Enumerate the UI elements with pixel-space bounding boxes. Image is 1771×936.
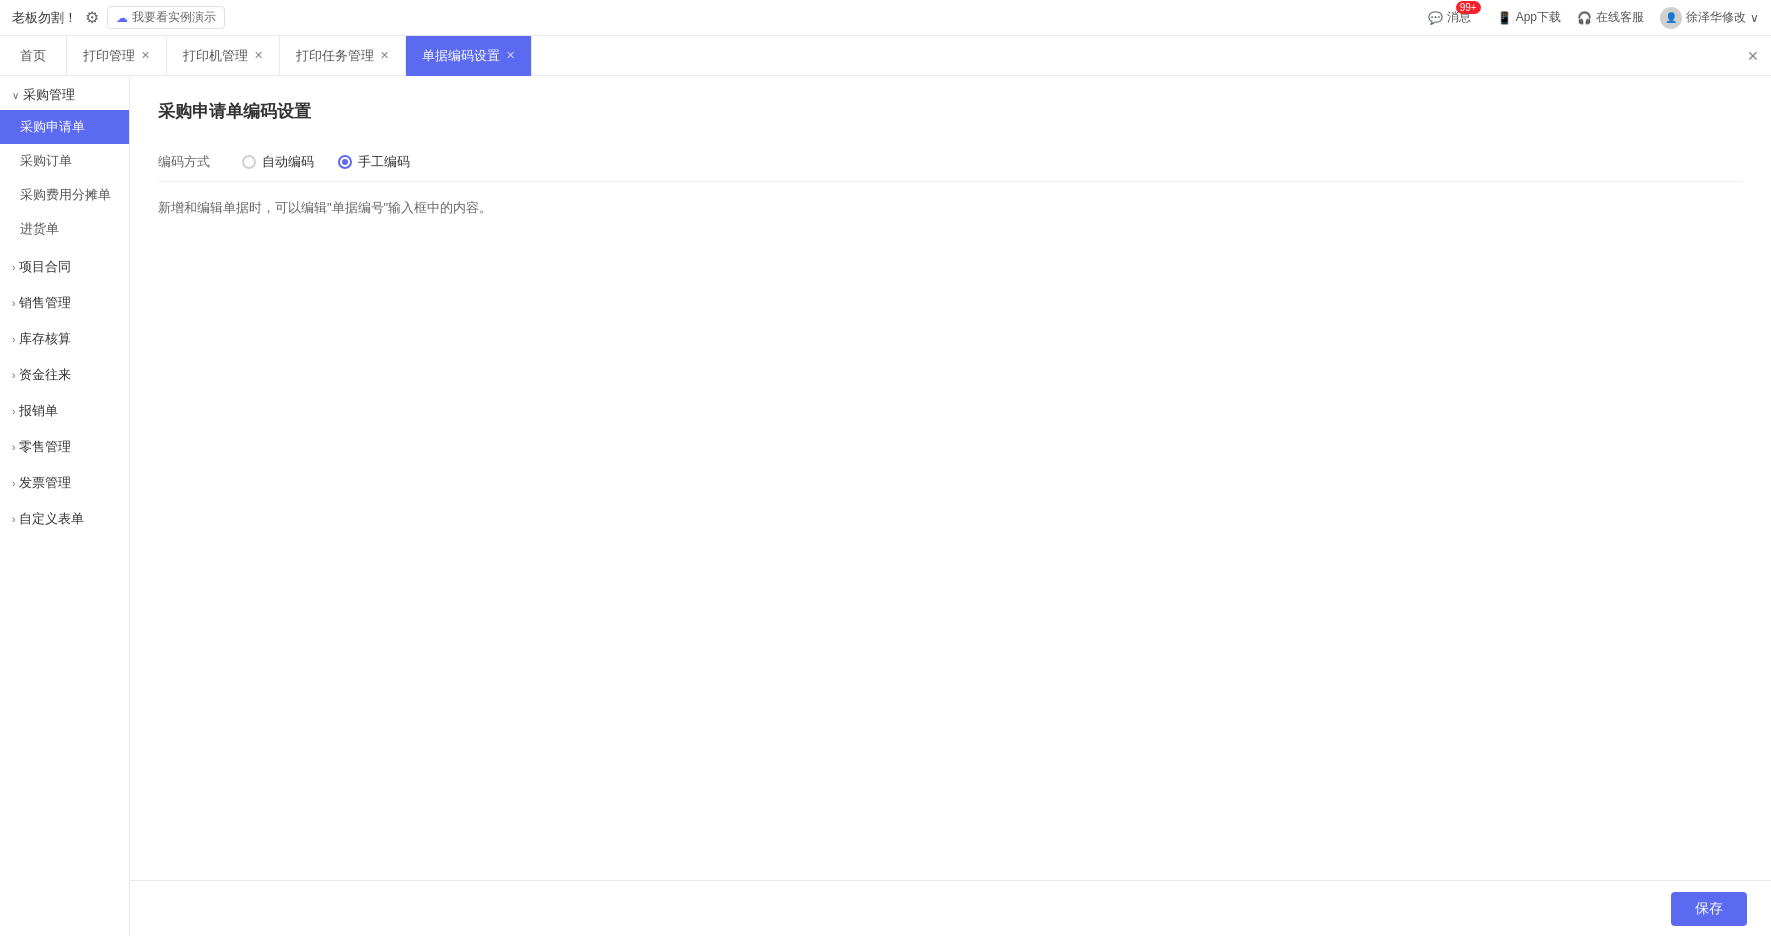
content-area: 采购申请单编码设置 编码方式 自动编码 手工编码 新增和编辑单据时，可以编辑"单… (130, 76, 1771, 936)
sidebar-group-purchase-mgmt-header[interactable]: ∨ 采购管理 (0, 76, 129, 110)
sidebar-group-purchase-mgmt-label: 采购管理 (23, 86, 75, 104)
save-button[interactable]: 保存 (1671, 892, 1747, 926)
chevron-right-icon: › (12, 298, 15, 309)
sidebar-group-retail-mgmt: › 零售管理 (0, 428, 129, 462)
tab-barcode-setting[interactable]: 单据编码设置 ✕ (406, 36, 532, 76)
tab-bar-close-all-icon[interactable]: ✕ (1747, 48, 1759, 64)
radio-manual-encoding[interactable]: 手工编码 (338, 153, 410, 171)
content-inner: 采购申请单编码设置 编码方式 自动编码 手工编码 新增和编辑单据时，可以编辑"单… (130, 76, 1771, 880)
radio-manual-circle (338, 155, 352, 169)
user-info[interactable]: 👤 徐泽华修改 ∨ (1660, 7, 1759, 29)
service-label: 在线客服 (1596, 9, 1644, 26)
sidebar-group-sales-mgmt-header[interactable]: › 销售管理 (0, 284, 129, 318)
tab-print-mgmt[interactable]: 打印管理 ✕ (67, 36, 167, 76)
sidebar-group-project-contract-header[interactable]: › 项目合同 (0, 248, 129, 282)
sidebar-group-project-contract-label: 项目合同 (19, 258, 71, 276)
sidebar-group-invoice-mgmt-header[interactable]: › 发票管理 (0, 464, 129, 498)
chevron-right-icon: › (12, 442, 15, 453)
sidebar-item-goods-receipt[interactable]: 进货单 (0, 212, 129, 246)
top-bar-left: 老板勿割！ ⚙ ☁ 我要看实例演示 (12, 6, 225, 29)
radio-auto-circle (242, 155, 256, 169)
sidebar-group-returns-header[interactable]: › 报销单 (0, 392, 129, 426)
footer-bar: 保存 (130, 880, 1771, 936)
tab-printer-mgmt[interactable]: 打印机管理 ✕ (167, 36, 280, 76)
sidebar-group-invoice-mgmt-label: 发票管理 (19, 474, 71, 492)
sidebar-item-purchase-expense[interactable]: 采购费用分摊单 (0, 178, 129, 212)
tab-barcode-setting-label: 单据编码设置 (422, 47, 500, 65)
tab-barcode-setting-close-icon[interactable]: ✕ (506, 49, 515, 62)
tab-print-task-mgmt[interactable]: 打印任务管理 ✕ (280, 36, 406, 76)
sidebar-group-retail-mgmt-header[interactable]: › 零售管理 (0, 428, 129, 462)
tab-printer-mgmt-close-icon[interactable]: ✕ (254, 49, 263, 62)
sidebar-group-sales-mgmt: › 销售管理 (0, 284, 129, 318)
chevron-right-icon: › (12, 334, 15, 345)
message-icon: 💬 (1428, 11, 1443, 25)
radio-auto-label: 自动编码 (262, 153, 314, 171)
top-bar-right: 💬 消息 99+ 📱 App下载 🎧 在线客服 👤 徐泽华修改 ∨ (1428, 7, 1759, 29)
sidebar-group-capital: › 资金往来 (0, 356, 129, 390)
sidebar-item-purchase-requisition[interactable]: 采购申请单 (0, 110, 129, 144)
sidebar-group-inventory-label: 库存核算 (19, 330, 71, 348)
appdown-icon: 📱 (1497, 11, 1512, 25)
service-icon: 🎧 (1577, 11, 1592, 25)
tab-home[interactable]: 首页 (0, 36, 67, 76)
appdown-label: App下载 (1516, 9, 1561, 26)
sidebar-group-sales-mgmt-label: 销售管理 (19, 294, 71, 312)
avatar: 👤 (1660, 7, 1682, 29)
sidebar-group-project-contract: › 项目合同 (0, 248, 129, 282)
encoding-label: 编码方式 (158, 153, 210, 171)
tab-print-task-mgmt-close-icon[interactable]: ✕ (380, 49, 389, 62)
sidebar-group-retail-mgmt-label: 零售管理 (19, 438, 71, 456)
description-text: 新增和编辑单据时，可以编辑"单据编号"输入框中的内容。 (158, 198, 1743, 219)
sidebar-group-returns-label: 报销单 (19, 402, 58, 420)
radio-manual-label: 手工编码 (358, 153, 410, 171)
chevron-right-icon: › (12, 262, 15, 273)
sidebar: ∨ 采购管理 采购申请单 采购订单 采购费用分摊单 进货单 › 项目合同 (0, 76, 130, 936)
top-bar: 老板勿割！ ⚙ ☁ 我要看实例演示 💬 消息 99+ 📱 App下载 🎧 在线客… (0, 0, 1771, 36)
app-logo: 老板勿割！ (12, 9, 77, 27)
chevron-right-icon: › (12, 514, 15, 525)
page-title: 采购申请单编码设置 (158, 100, 1743, 123)
sidebar-group-capital-label: 资金往来 (19, 366, 71, 384)
message-action[interactable]: 💬 消息 99+ (1428, 9, 1471, 26)
sidebar-group-inventory-header[interactable]: › 库存核算 (0, 320, 129, 354)
demo-button[interactable]: ☁ 我要看实例演示 (107, 6, 225, 29)
chevron-down-icon: ∨ (12, 90, 19, 101)
sidebar-group-invoice-mgmt: › 发票管理 (0, 464, 129, 498)
main-layout: ∨ 采购管理 采购申请单 采购订单 采购费用分摊单 进货单 › 项目合同 (0, 76, 1771, 936)
tab-home-label: 首页 (20, 47, 46, 65)
tab-print-task-mgmt-label: 打印任务管理 (296, 47, 374, 65)
sidebar-item-purchase-order[interactable]: 采购订单 (0, 144, 129, 178)
sidebar-group-returns: › 报销单 (0, 392, 129, 426)
appdown-action[interactable]: 📱 App下载 (1497, 9, 1561, 26)
cloud-icon: ☁ (116, 11, 128, 25)
sidebar-group-purchase-mgmt: ∨ 采购管理 采购申请单 采购订单 采购费用分摊单 进货单 (0, 76, 129, 246)
sidebar-group-capital-header[interactable]: › 资金往来 (0, 356, 129, 390)
chevron-right-icon: › (12, 478, 15, 489)
chevron-right-icon: › (12, 406, 15, 417)
sidebar-group-inventory: › 库存核算 (0, 320, 129, 354)
chevron-right-icon: › (12, 370, 15, 381)
sidebar-group-custom-forms-label: 自定义表单 (19, 510, 84, 528)
user-chevron-icon: ∨ (1750, 11, 1759, 25)
service-action[interactable]: 🎧 在线客服 (1577, 9, 1644, 26)
tab-printer-mgmt-label: 打印机管理 (183, 47, 248, 65)
tab-print-mgmt-close-icon[interactable]: ✕ (141, 49, 150, 62)
demo-label: 我要看实例演示 (132, 9, 216, 26)
encoding-row: 编码方式 自动编码 手工编码 (158, 143, 1743, 182)
user-name: 徐泽华修改 (1686, 9, 1746, 26)
settings-icon[interactable]: ⚙ (85, 8, 99, 27)
tab-bar: 首页 打印管理 ✕ 打印机管理 ✕ 打印任务管理 ✕ 单据编码设置 ✕ ✕ (0, 36, 1771, 76)
sidebar-group-custom-forms: › 自定义表单 (0, 500, 129, 534)
message-badge: 99+ (1456, 1, 1481, 14)
sidebar-group-custom-forms-header[interactable]: › 自定义表单 (0, 500, 129, 534)
tab-print-mgmt-label: 打印管理 (83, 47, 135, 65)
radio-auto-encoding[interactable]: 自动编码 (242, 153, 314, 171)
